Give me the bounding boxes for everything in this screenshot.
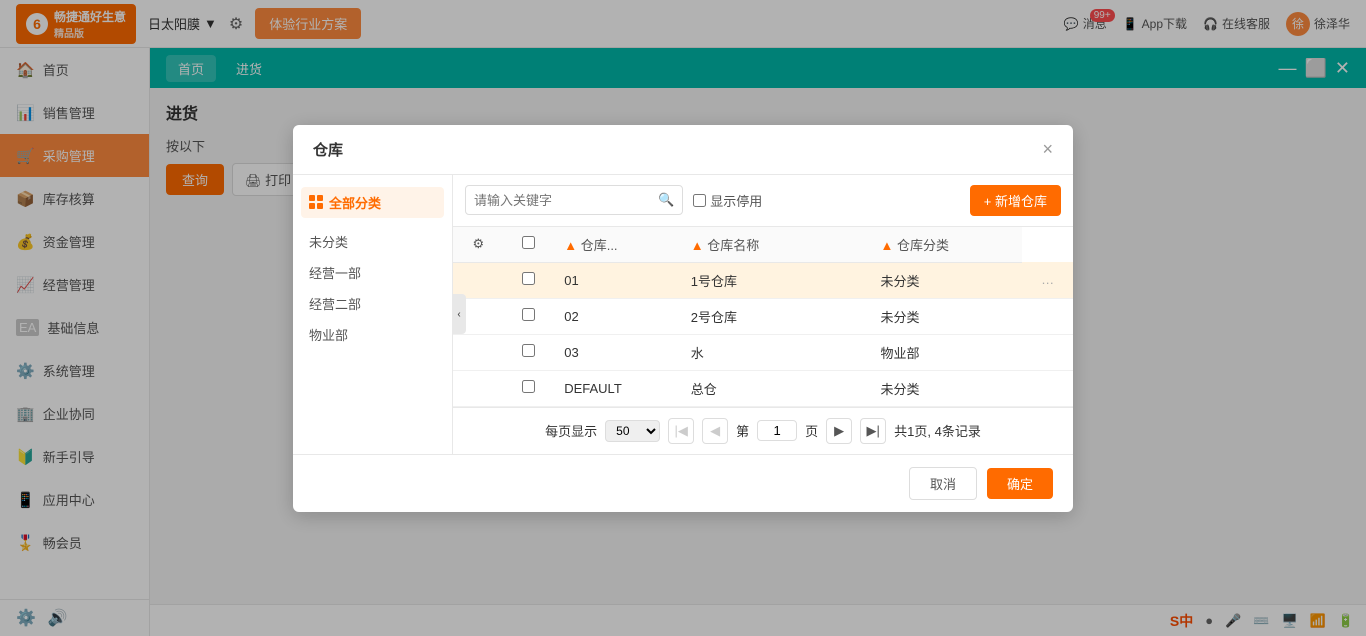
confirm-btn[interactable]: 确定 — [987, 468, 1053, 499]
cat-item-unclassified[interactable]: 未分类 — [301, 226, 444, 257]
table-body: 01 1号仓库 未分类 … 02 2号仓库 未分类 — [453, 262, 1073, 406]
cat-item-ops2[interactable]: 经营二部 — [301, 288, 444, 319]
row-actions[interactable] — [1022, 334, 1073, 370]
row-code: 03 — [554, 334, 681, 370]
per-page-select[interactable]: 50 20 100 — [605, 420, 660, 442]
page-suffix: 页 — [805, 421, 818, 440]
page-input[interactable] — [757, 420, 797, 441]
th-gear: ⚙ — [453, 227, 504, 263]
row-check — [504, 262, 555, 298]
th-code: ▲ 仓库... — [554, 227, 681, 263]
modal-body: 全部分类 未分类 经营一部 经营二部 物业部 ‹ 🔍 — [293, 175, 1073, 454]
th-name: ▲ 仓库名称 — [681, 227, 871, 263]
prev-page-btn[interactable]: ◀ — [702, 418, 728, 444]
table-header: ⚙ ▲ 仓库... ▲ 仓库名称 — [453, 227, 1073, 263]
grid-icon — [309, 195, 323, 209]
row-check — [504, 370, 555, 406]
modal-header: 仓库 × — [293, 125, 1073, 175]
table-row[interactable]: 01 1号仓库 未分类 … — [453, 262, 1073, 298]
modal-close-btn[interactable]: × — [1042, 139, 1053, 160]
table-row[interactable]: 02 2号仓库 未分类 — [453, 298, 1073, 334]
row-actions[interactable]: … — [1022, 262, 1073, 298]
row-check — [504, 298, 555, 334]
row-gear — [453, 370, 504, 406]
row-gear — [453, 334, 504, 370]
th-category: ▲ 仓库分类 — [871, 227, 1023, 263]
tree-collapse-btn[interactable]: ‹ — [452, 294, 466, 334]
gear-icon: ⚙ — [472, 236, 484, 251]
select-all-checkbox[interactable] — [522, 236, 535, 249]
add-warehouse-btn[interactable]: + 新增仓库 — [970, 185, 1061, 216]
th-check — [504, 227, 555, 263]
cat-item-ops1[interactable]: 经营一部 — [301, 257, 444, 288]
disabled-checkbox[interactable] — [693, 194, 706, 207]
search-input[interactable] — [474, 193, 654, 208]
total-records: 共1页, 4条记录 — [894, 421, 981, 440]
show-disabled-checkbox[interactable]: 显示停用 — [693, 191, 762, 210]
cat-item-property[interactable]: 物业部 — [301, 319, 444, 350]
row-category: 未分类 — [871, 298, 1023, 334]
row-name: 总仓 — [681, 370, 871, 406]
modal-footer: 取消 确定 — [293, 454, 1073, 512]
warehouse-modal: 仓库 × 全部分类 未分类 经营一部 经营二部 物业部 ‹ — [293, 125, 1073, 512]
search-box: 🔍 — [465, 185, 683, 215]
row-category: 物业部 — [871, 334, 1023, 370]
cancel-btn[interactable]: 取消 — [909, 467, 977, 500]
table-area: 🔍 显示停用 + 新增仓库 ⚙ — [453, 175, 1073, 454]
data-table: ⚙ ▲ 仓库... ▲ 仓库名称 — [453, 227, 1073, 407]
row-name: 2号仓库 — [681, 298, 871, 334]
first-page-btn[interactable]: |◀ — [668, 418, 694, 444]
modal-title: 仓库 — [313, 139, 343, 160]
row-code: 01 — [554, 262, 681, 298]
table-toolbar: 🔍 显示停用 + 新增仓库 — [453, 175, 1073, 227]
row-code: DEFAULT — [554, 370, 681, 406]
row-name: 水 — [681, 334, 871, 370]
row-check — [504, 334, 555, 370]
modal-overlay: 仓库 × 全部分类 未分类 经营一部 经营二部 物业部 ‹ — [0, 0, 1366, 636]
page-label: 第 — [736, 421, 749, 440]
last-page-btn[interactable]: ▶| — [860, 418, 886, 444]
row-actions[interactable] — [1022, 370, 1073, 406]
row-category: 未分类 — [871, 370, 1023, 406]
row-actions[interactable] — [1022, 298, 1073, 334]
cat-all-btn[interactable]: 全部分类 — [301, 187, 444, 218]
row-name: 1号仓库 — [681, 262, 871, 298]
per-page-label: 每页显示 — [545, 421, 597, 440]
next-page-btn[interactable]: ▶ — [826, 418, 852, 444]
row-category: 未分类 — [871, 262, 1023, 298]
table-row[interactable]: 03 水 物业部 — [453, 334, 1073, 370]
search-icon[interactable]: 🔍 — [658, 192, 674, 208]
row-gear — [453, 262, 504, 298]
category-tree: 全部分类 未分类 经营一部 经营二部 物业部 ‹ — [293, 175, 453, 454]
row-code: 02 — [554, 298, 681, 334]
pagination: 每页显示 50 20 100 |◀ ◀ 第 页 ▶ ▶| 共1页, 4条记录 — [453, 407, 1073, 454]
warehouse-table: ⚙ ▲ 仓库... ▲ 仓库名称 — [453, 227, 1073, 407]
table-row[interactable]: DEFAULT 总仓 未分类 — [453, 370, 1073, 406]
